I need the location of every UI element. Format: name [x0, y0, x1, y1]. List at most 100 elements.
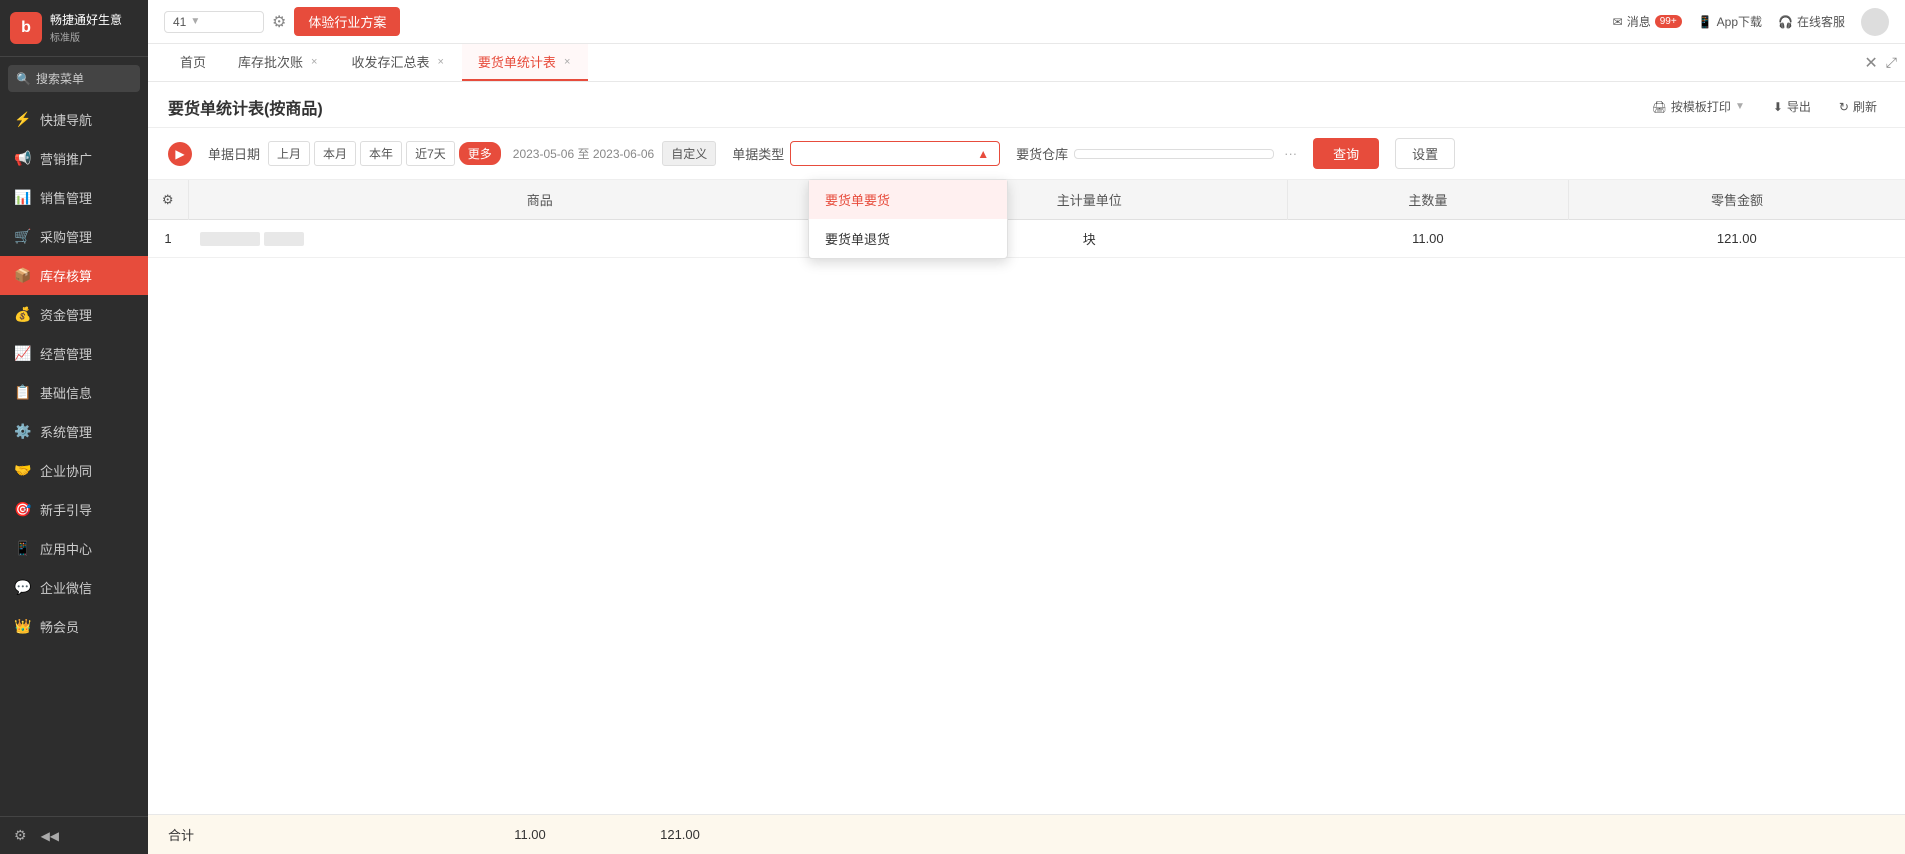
- enterprise-icon: 🤝: [14, 462, 32, 479]
- page-actions: 🖨 按模板打印 ▼ ⬇ 导出 ↻ 刷新: [1644, 94, 1885, 119]
- message-icon: ✉: [1613, 15, 1623, 29]
- app-name: 畅捷通好生意: [50, 12, 122, 29]
- chevron-down-icon: ▼: [190, 16, 200, 27]
- sidebar-item-label: 库存核算: [40, 266, 92, 285]
- footer-total-qty: 11.00: [480, 827, 580, 842]
- sidebar-item-label: 企业协同: [40, 461, 92, 480]
- tab-shipment-close[interactable]: ×: [435, 56, 445, 68]
- service-icon: 🎧: [1778, 15, 1793, 29]
- settings-bottom-icon[interactable]: ⚙: [14, 827, 27, 844]
- sidebar-item-operations[interactable]: 📈 经营管理: [0, 334, 148, 373]
- tab-home-label: 首页: [180, 52, 206, 71]
- sidebar-item-basicinfo[interactable]: 📋 基础信息: [0, 373, 148, 412]
- col-header-product: 商品: [188, 180, 891, 220]
- print-button[interactable]: 🖨 按模板打印 ▼: [1644, 94, 1753, 119]
- row-qty: 11.00: [1287, 220, 1568, 258]
- sidebar-item-label: 系统管理: [40, 422, 92, 441]
- sidebar-item-enterprise[interactable]: 🤝 企业协同: [0, 451, 148, 490]
- quicknav-icon: ⚡: [14, 111, 32, 128]
- page-content: 要货单统计表(按商品) 🖨 按模板打印 ▼ ⬇ 导出 ↻ 刷新: [148, 82, 1905, 854]
- close-window-icon[interactable]: ✕: [1864, 53, 1877, 73]
- finance-icon: 💰: [14, 306, 32, 323]
- table-footer: 合计 11.00 121.00: [148, 814, 1905, 854]
- warehouse-filter-label: 要货仓库: [1016, 144, 1068, 163]
- date-btn-shang[interactable]: 上月: [268, 141, 310, 166]
- type-filter-label: 单据类型: [732, 144, 784, 163]
- app-download-action[interactable]: 📱 App下载: [1698, 13, 1762, 30]
- settings-button[interactable]: 设置: [1395, 138, 1455, 169]
- tab-batch-close[interactable]: ×: [309, 56, 319, 68]
- dropdown-item-requisition-order[interactable]: 要货单要货: [809, 180, 1007, 219]
- footer-label: 合计: [160, 825, 380, 844]
- sidebar: b 畅捷通好生意 标准版 🔍 搜索菜单 ⚡ 快捷导航 📢 营销推广 📊 销售管理…: [0, 0, 148, 854]
- sidebar-item-guide[interactable]: 🎯 新手引导: [0, 490, 148, 529]
- sidebar-bottom: ⚙ ◀◀: [0, 816, 148, 854]
- date-quick-buttons: 上月 本月 本年 近7天 更多: [268, 141, 501, 166]
- collapse-icon[interactable]: ◀◀: [41, 829, 59, 843]
- sidebar-item-marketing[interactable]: 📢 营销推广: [0, 139, 148, 178]
- refresh-label: 刷新: [1853, 98, 1877, 115]
- sidebar-item-quicknav[interactable]: ⚡ 快捷导航: [0, 100, 148, 139]
- filter-expand-button[interactable]: ▶: [168, 142, 192, 166]
- sidebar-item-system[interactable]: ⚙️ 系统管理: [0, 412, 148, 451]
- sales-icon: 📊: [14, 189, 32, 206]
- sidebar-item-sales[interactable]: 📊 销售管理: [0, 178, 148, 217]
- sidebar-item-appcenter[interactable]: 📱 应用中心: [0, 529, 148, 568]
- messages-action[interactable]: ✉ 消息 99+: [1613, 13, 1682, 30]
- maximize-icon[interactable]: ⤢: [1886, 54, 1897, 71]
- sidebar-search[interactable]: 🔍 搜索菜单: [8, 65, 140, 92]
- warehouse-input[interactable]: [1074, 149, 1274, 159]
- col-header-settings[interactable]: ⚙: [148, 180, 188, 220]
- date-btn-more[interactable]: 更多: [459, 142, 501, 165]
- page-header: 要货单统计表(按商品) 🖨 按模板打印 ▼ ⬇ 导出 ↻ 刷新: [148, 82, 1905, 128]
- export-button[interactable]: ⬇ 导出: [1765, 94, 1819, 119]
- sidebar-item-label: 经营管理: [40, 344, 92, 363]
- system-icon: ⚙️: [14, 423, 32, 440]
- trial-button[interactable]: 体验行业方案: [294, 7, 400, 36]
- sidebar-nav: ⚡ 快捷导航 📢 营销推广 📊 销售管理 🛒 采购管理 📦 库存核算 💰 资金管…: [0, 100, 148, 816]
- expand-icon: ▶: [175, 147, 184, 161]
- date-btn-days[interactable]: 近7天: [406, 141, 455, 166]
- online-service-action[interactable]: 🎧 在线客服: [1778, 13, 1845, 30]
- tab-home[interactable]: 首页: [164, 44, 222, 81]
- type-select-dropdown[interactable]: ▲: [790, 141, 1000, 166]
- tab-requisition-close[interactable]: ×: [562, 56, 572, 68]
- company-selector[interactable]: 41 ▼: [164, 11, 264, 33]
- dropdown-item-requisition-return[interactable]: 要货单退货: [809, 219, 1007, 258]
- sidebar-item-label: 销售管理: [40, 188, 92, 207]
- type-select-input[interactable]: [801, 146, 977, 161]
- date-btn-year[interactable]: 本年: [360, 141, 402, 166]
- print-label: 按模板打印: [1671, 98, 1731, 115]
- operations-icon: 📈: [14, 345, 32, 362]
- marketing-icon: 📢: [14, 150, 32, 167]
- date-custom-button[interactable]: 自定义: [662, 141, 716, 166]
- warehouse-more-icon[interactable]: ···: [1284, 146, 1297, 161]
- user-avatar[interactable]: [1861, 8, 1889, 36]
- print-icon: 🖨: [1652, 100, 1667, 114]
- sidebar-item-finance[interactable]: 💰 资金管理: [0, 295, 148, 334]
- date-filter-group: 单据日期 上月 本月 本年 近7天 更多 2023-05-06 至 2023-0…: [208, 141, 716, 166]
- topbar-settings-icon[interactable]: ⚙: [272, 12, 286, 32]
- query-button[interactable]: 查询: [1313, 138, 1379, 169]
- guide-icon: 🎯: [14, 501, 32, 518]
- inventory-icon: 📦: [14, 267, 32, 284]
- topbar: 41 ▼ ⚙ 体验行业方案 ✉ 消息 99+ 📱 App下载 🎧 在线客服: [148, 0, 1905, 44]
- purchase-icon: 🛒: [14, 228, 32, 245]
- online-service-label: 在线客服: [1797, 13, 1845, 30]
- tab-batch[interactable]: 库存批次账 ×: [222, 44, 335, 81]
- app-download-label: App下载: [1717, 13, 1762, 30]
- sidebar-item-label: 应用中心: [40, 539, 92, 558]
- refresh-button[interactable]: ↻ 刷新: [1831, 94, 1885, 119]
- tab-batch-label: 库存批次账: [238, 52, 303, 71]
- tab-requisition[interactable]: 要货单统计表 ×: [462, 44, 588, 81]
- tab-shipment[interactable]: 收发存汇总表 ×: [335, 44, 461, 81]
- sidebar-item-label: 基础信息: [40, 383, 92, 402]
- sidebar-item-purchase[interactable]: 🛒 采购管理: [0, 217, 148, 256]
- app-logo-icon: b: [10, 12, 42, 44]
- sidebar-item-member[interactable]: 👑 畅会员: [0, 607, 148, 646]
- sidebar-item-wxenterprise[interactable]: 💬 企业微信: [0, 568, 148, 607]
- sidebar-item-inventory[interactable]: 📦 库存核算: [0, 256, 148, 295]
- sidebar-logo: b 畅捷通好生意 标准版: [0, 0, 148, 57]
- date-btn-ben[interactable]: 本月: [314, 141, 356, 166]
- sidebar-item-label: 快捷导航: [40, 110, 92, 129]
